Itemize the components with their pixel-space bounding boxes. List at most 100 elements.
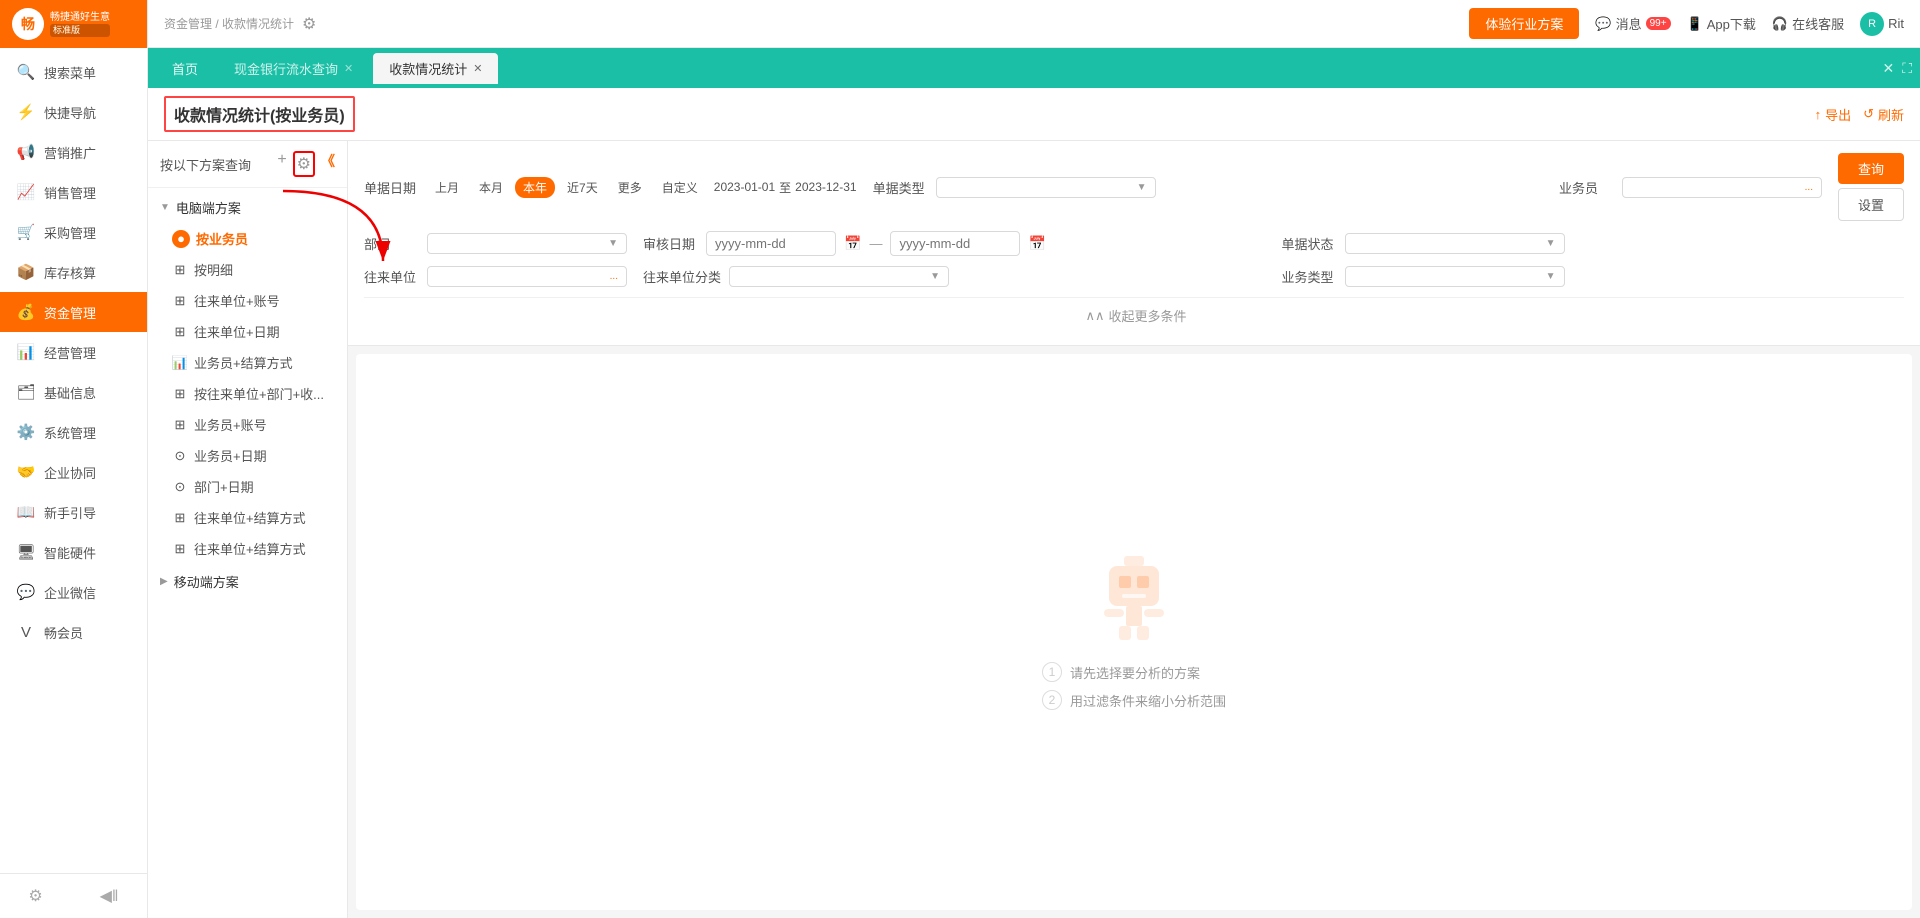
- tree-group-title-mobile[interactable]: ▶移动端方案: [148, 566, 347, 597]
- sidebar-item-fund[interactable]: 💰资金管理: [0, 292, 147, 332]
- sidebar-icon-basic: 🗂: [16, 382, 36, 402]
- tree-item-unit-account[interactable]: ⊞往来单位+账号: [148, 285, 347, 316]
- tree-item-unit-settle1[interactable]: ⊞往来单位+结算方式: [148, 502, 347, 533]
- sidebar-label-inventory: 库存核算: [44, 263, 96, 282]
- page-header: 收款情况统计(按业务员) ↑ 导出 ↺ 刷新: [148, 88, 1920, 141]
- review-date-from[interactable]: [706, 231, 836, 256]
- collapse-filter-btn[interactable]: ∧∧ 收起更多条件: [364, 297, 1904, 333]
- left-panel-actions: + ⚙ 《: [277, 151, 335, 177]
- counterpart-select[interactable]: ...: [427, 266, 627, 287]
- query-button[interactable]: 查询: [1838, 153, 1904, 184]
- counterpart-more[interactable]: ...: [610, 271, 618, 282]
- sidebar-settings-btn[interactable]: ⚙: [20, 882, 50, 910]
- collapse-panel-btn[interactable]: 《: [321, 151, 335, 177]
- doc-status-select[interactable]: ▼: [1345, 233, 1565, 254]
- sidebar-label-hardware: 智能硬件: [44, 543, 96, 562]
- tree-item-by-staff[interactable]: ●按业务员: [148, 223, 347, 254]
- sidebar-label-enterprise: 企业协同: [44, 463, 96, 482]
- sidebar-icon-guide: 📖: [16, 502, 36, 522]
- step-1-num: 1: [1042, 662, 1062, 682]
- trial-button[interactable]: 体验行业方案: [1469, 8, 1579, 39]
- tree-group-title-desktop[interactable]: ▼电脑端方案: [148, 192, 347, 223]
- refresh-button[interactable]: ↺ 刷新: [1863, 105, 1904, 124]
- top-header: 资金管理 / 收款情况统计 ⚙ 体验行业方案 💬 消息 99+ 📱 App下载 …: [148, 0, 1920, 48]
- this-year-tab[interactable]: 本年: [515, 177, 555, 198]
- doc-status-filter: 单据状态 ▼: [1282, 233, 1905, 254]
- tree-item-unit-dept-collect[interactable]: ⊞按往来单位+部门+收...: [148, 378, 347, 409]
- tree-item-unit-date[interactable]: ⊞往来单位+日期: [148, 316, 347, 347]
- page: 收款情况统计(按业务员) ↑ 导出 ↺ 刷新 按以下方案查询 +: [148, 88, 1920, 918]
- sidebar-collapse-btn[interactable]: ◀‖: [92, 882, 127, 910]
- tree-item-staff-account[interactable]: ⊞业务员+账号: [148, 409, 347, 440]
- header-gear-icon[interactable]: ⚙: [302, 14, 316, 34]
- this-month-tab[interactable]: 本月: [471, 177, 511, 198]
- window-maximize-btn[interactable]: ⛶: [1902, 60, 1912, 77]
- tab-collection[interactable]: 收款情况统计 ✕: [373, 53, 498, 84]
- add-scheme-btn[interactable]: +: [277, 151, 286, 177]
- sidebar-icon-fund: 💰: [16, 302, 36, 322]
- sidebar-label-search: 搜索菜单: [44, 63, 96, 82]
- filter-row-1: 单据日期 上月 本月 本年 近7天 更多 自定义 2023-01-01: [364, 153, 1904, 221]
- online-service-btn[interactable]: 🎧 在线客服: [1772, 14, 1844, 33]
- sidebar-item-wechat[interactable]: 💬企业微信: [0, 572, 147, 612]
- tree-item-dept-date[interactable]: ⊙部门+日期: [148, 471, 347, 502]
- sidebar-item-member[interactable]: V畅会员: [0, 612, 147, 652]
- dept-select[interactable]: ▼: [427, 233, 627, 254]
- sidebar-item-purchase[interactable]: 🛒采购管理: [0, 212, 147, 252]
- tab-collection-close[interactable]: ✕: [473, 62, 482, 75]
- more-tab[interactable]: 更多: [610, 177, 650, 198]
- sidebar-icon-enterprise: 🤝: [16, 462, 36, 482]
- notification-btn[interactable]: 💬 消息 99+: [1595, 14, 1670, 33]
- tree-item-staff-settle[interactable]: 📊业务员+结算方式: [148, 347, 347, 378]
- doc-type-select[interactable]: ▼: [936, 177, 1156, 198]
- tree-item-icon-unit-settle1: ⊞: [172, 510, 188, 526]
- sidebar-label-business: 经营管理: [44, 343, 96, 362]
- window-close-btn[interactable]: ✕: [1882, 60, 1894, 77]
- tree-item-unit-settle2[interactable]: ⊞往来单位+结算方式: [148, 533, 347, 564]
- sidebar-item-inventory[interactable]: 📦库存核算: [0, 252, 147, 292]
- staff-label: 业务员: [1559, 178, 1614, 197]
- filter-settings-button[interactable]: 设置: [1838, 188, 1904, 221]
- left-panel-header: 按以下方案查询 + ⚙ 《: [148, 141, 347, 188]
- prev-month-tab[interactable]: 上月: [427, 177, 467, 198]
- sidebar-item-search[interactable]: 🔍搜索菜单: [0, 52, 147, 92]
- step-1-text: 请先选择要分析的方案: [1070, 663, 1200, 682]
- sidebar-item-marketing[interactable]: 📢营销推广: [0, 132, 147, 172]
- staff-more[interactable]: ...: [1805, 182, 1813, 193]
- export-button[interactable]: ↑ 导出: [1815, 105, 1852, 124]
- calendar-icon-left[interactable]: 📅: [844, 235, 861, 252]
- header-right: 体验行业方案 💬 消息 99+ 📱 App下载 🎧 在线客服 R Rit: [1469, 8, 1904, 39]
- sidebar-item-hardware[interactable]: 🖥智能硬件: [0, 532, 147, 572]
- tree-item-by-detail[interactable]: ⊞按明细: [148, 254, 347, 285]
- review-date-to[interactable]: [890, 231, 1020, 256]
- breadcrumb: 资金管理 / 收款情况统计: [164, 15, 294, 32]
- user-info[interactable]: R Rit: [1860, 12, 1904, 36]
- last7-tab[interactable]: 近7天: [559, 177, 606, 198]
- counterpart-label: 往来单位: [364, 267, 419, 286]
- tree-arrow-mobile: ▶: [160, 576, 168, 587]
- app-download-btn[interactable]: 📱 App下载: [1687, 14, 1756, 33]
- tab-bank[interactable]: 现金银行流水查询 ✕: [218, 53, 369, 84]
- tree-item-staff-date[interactable]: ⊙业务员+日期: [148, 440, 347, 471]
- staff-select[interactable]: ...: [1622, 177, 1822, 198]
- business-type-select[interactable]: ▼: [1345, 266, 1565, 287]
- sidebar-item-quick-nav[interactable]: ⚡快捷导航: [0, 92, 147, 132]
- sidebar-label-quick-nav: 快捷导航: [44, 103, 96, 122]
- sidebar-item-system[interactable]: ⚙️系统管理: [0, 412, 147, 452]
- tab-bank-close[interactable]: ✕: [344, 62, 353, 75]
- sidebar-item-enterprise[interactable]: 🤝 企业协同: [0, 452, 147, 492]
- scheme-settings-btn[interactable]: ⚙: [293, 151, 315, 177]
- sidebar-item-basic[interactable]: 🗂基础信息: [0, 372, 147, 412]
- filter-row-2: 部门 ▼ 审核日期 📅 — 📅: [364, 231, 1904, 256]
- filter-row-3: 往来单位 ... 往来单位分类 ▼: [364, 266, 1904, 287]
- custom-tab[interactable]: 自定义: [654, 177, 706, 198]
- tab-home[interactable]: 首页: [156, 53, 214, 84]
- sidebar-icon-sales: 📈: [16, 182, 36, 202]
- calendar-icon-right[interactable]: 📅: [1028, 235, 1045, 252]
- sidebar-item-business[interactable]: 📊经营管理: [0, 332, 147, 372]
- counterpart-class-select[interactable]: ▼: [729, 266, 949, 287]
- sidebar-item-guide[interactable]: 📖新手引导: [0, 492, 147, 532]
- sidebar-item-sales[interactable]: 📈销售管理: [0, 172, 147, 212]
- sidebar-label-wechat: 企业微信: [44, 583, 96, 602]
- notification-icon: 💬: [1595, 16, 1611, 32]
